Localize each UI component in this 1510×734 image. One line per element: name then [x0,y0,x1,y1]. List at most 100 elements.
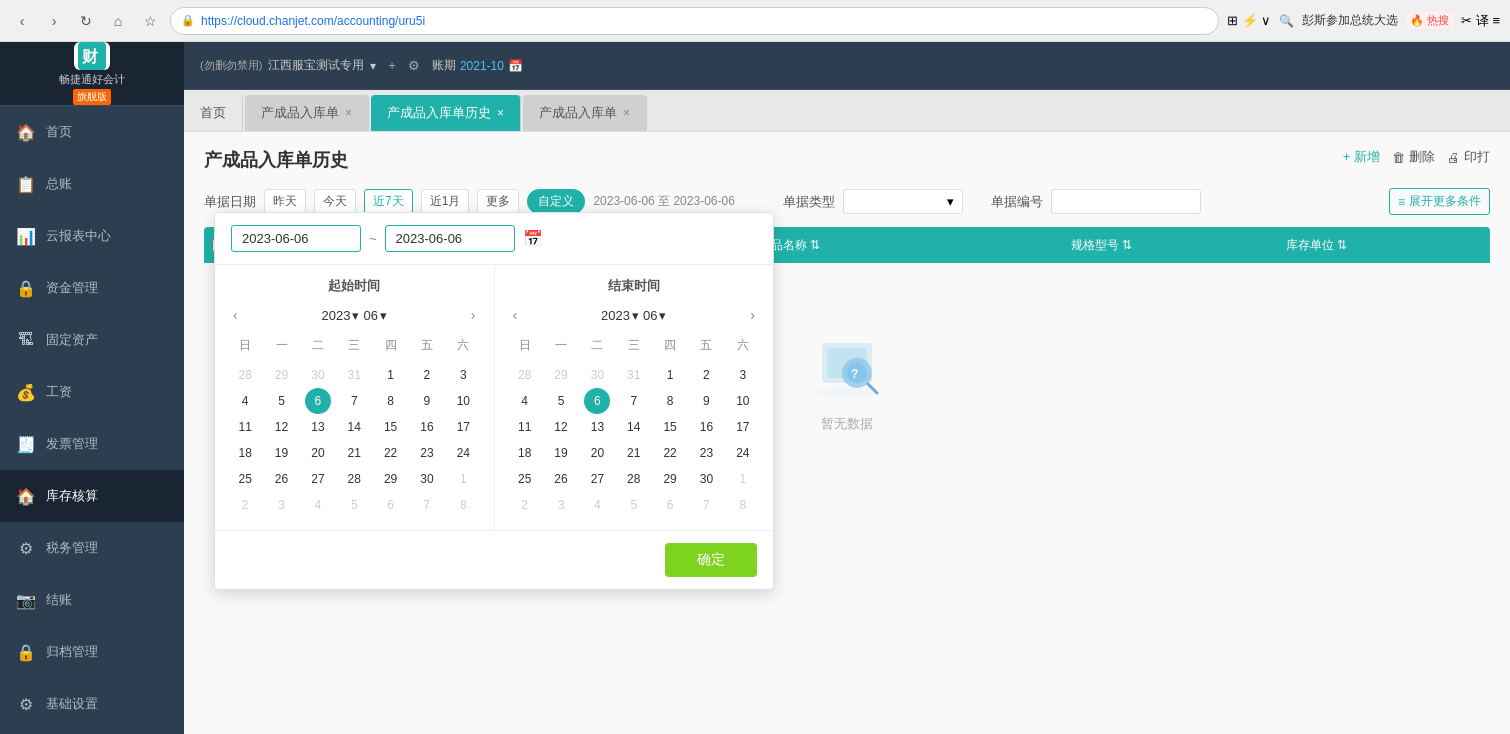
start-year-btn[interactable]: 2023 ▾ [322,308,360,323]
cal-day[interactable]: 21 [616,440,652,466]
th-product-name[interactable]: 产品名称 ⇅ [747,237,1059,254]
today-btn[interactable]: 今天 [314,189,356,214]
cal-day[interactable]: 1 [725,466,761,492]
sidebar-item-home[interactable]: 🏠 首页 [0,106,184,158]
tab-0[interactable]: 首页 [184,95,243,131]
calendar-picker-icon[interactable]: 📅 [523,229,543,248]
cal-day[interactable]: 28 [507,362,543,388]
sidebar-item-assets[interactable]: 🏗 固定资产 [0,314,184,366]
cal-day[interactable]: 20 [579,440,615,466]
calendar-icon[interactable]: 📅 [508,59,523,73]
cal-day[interactable]: 30 [688,466,724,492]
cal-day[interactable]: 23 [409,440,445,466]
cal-day[interactable]: 5 [616,492,652,518]
cal-day[interactable]: 20 [300,440,336,466]
last1month-btn[interactable]: 近1月 [421,189,470,214]
sidebar-item-guide[interactable]: ▶ 新手引导 [0,730,184,734]
tab-3[interactable]: 产成品入库单× [523,95,647,131]
cal-day[interactable]: 7 [616,388,652,414]
end-month-btn[interactable]: 06 ▾ [643,308,666,323]
start-month-btn[interactable]: 06 ▾ [363,308,386,323]
cal-day[interactable]: 17 [445,414,481,440]
cal-day[interactable]: 21 [336,440,372,466]
cal-day[interactable]: 28 [336,466,372,492]
cal-day[interactable]: 31 [336,362,372,388]
cal-day[interactable]: 13 [579,414,615,440]
cal-day[interactable]: 19 [263,440,299,466]
cal-day[interactable]: 9 [688,388,724,414]
cal-day[interactable]: 18 [507,440,543,466]
sidebar-item-archive[interactable]: 🔒 归档管理 [0,626,184,678]
cal-day[interactable]: 27 [300,466,336,492]
settings-icon[interactable]: ⚙ [408,58,420,73]
sidebar-item-report[interactable]: 📊 云报表中心 [0,210,184,262]
cal-day[interactable]: 28 [616,466,652,492]
cal-day[interactable]: 11 [507,414,543,440]
cal-day[interactable]: 3 [543,492,579,518]
cal-day[interactable]: 2 [409,362,445,388]
star-button[interactable]: ☆ [138,9,162,33]
cal-day[interactable]: 10 [725,388,761,414]
sidebar-item-settings[interactable]: ⚙ 基础设置 [0,678,184,730]
tab-close-1[interactable]: × [345,106,352,120]
end-next-btn[interactable]: › [744,305,761,325]
cal-day[interactable]: 31 [616,362,652,388]
cal-day[interactable]: 2 [227,492,263,518]
yesterday-btn[interactable]: 昨天 [264,189,306,214]
end-prev-btn[interactable]: ‹ [507,305,524,325]
start-prev-btn[interactable]: ‹ [227,305,244,325]
cal-day[interactable]: 4 [300,492,336,518]
confirm-button[interactable]: 确定 [665,543,757,577]
cal-day[interactable]: 24 [725,440,761,466]
sidebar-item-funds[interactable]: 🔒 资金管理 [0,262,184,314]
cal-day[interactable]: 30 [409,466,445,492]
cal-day[interactable]: 6 [372,492,408,518]
end-date-input[interactable] [385,225,515,252]
cal-day[interactable]: 8 [445,492,481,518]
more-btn[interactable]: 更多 [477,189,519,214]
sidebar-item-invoice[interactable]: 🧾 发票管理 [0,418,184,470]
cal-day[interactable]: 5 [336,492,372,518]
cal-day[interactable]: 22 [372,440,408,466]
cal-day[interactable]: 25 [227,466,263,492]
cal-day[interactable]: 14 [336,414,372,440]
cal-day[interactable]: 3 [263,492,299,518]
th-unit[interactable]: 库存单位 ⇅ [1274,237,1490,254]
cal-day[interactable]: 11 [227,414,263,440]
cal-day[interactable]: 7 [336,388,372,414]
number-input[interactable] [1051,189,1201,214]
cal-day[interactable]: 25 [507,466,543,492]
sidebar-item-ledger[interactable]: 📋 总账 [0,158,184,210]
cal-day[interactable]: 29 [372,466,408,492]
start-date-input[interactable] [231,225,361,252]
cal-day[interactable]: 29 [543,362,579,388]
cal-day[interactable]: 24 [445,440,481,466]
cal-day[interactable]: 30 [579,362,615,388]
cal-day[interactable]: 3 [725,362,761,388]
company-selector[interactable]: (勿删勿禁用) 江西服宝测试专用 ▾ [200,57,376,74]
end-year-btn[interactable]: 2023 ▾ [601,308,639,323]
cal-day[interactable]: 7 [688,492,724,518]
cal-day[interactable]: 30 [300,362,336,388]
type-dropdown[interactable]: ▾ [843,189,963,214]
cal-day[interactable]: 29 [652,466,688,492]
th-spec[interactable]: 规格型号 ⇅ [1059,237,1275,254]
cal-day[interactable]: 6 [584,388,610,414]
cal-day[interactable]: 18 [227,440,263,466]
cal-day[interactable]: 16 [688,414,724,440]
cal-day[interactable]: 16 [409,414,445,440]
tab-2[interactable]: 产成品入库单历史× [371,95,521,131]
cal-day[interactable]: 4 [507,388,543,414]
cal-day[interactable]: 23 [688,440,724,466]
cal-day[interactable]: 17 [725,414,761,440]
cal-day[interactable]: 27 [579,466,615,492]
cal-day[interactable]: 1 [652,362,688,388]
cal-day[interactable]: 6 [305,388,331,414]
sidebar-item-salary[interactable]: 💰 工资 [0,366,184,418]
tab-1[interactable]: 产成品入库单× [245,95,369,131]
cal-day[interactable]: 1 [372,362,408,388]
sidebar-item-tax[interactable]: ⚙ 税务管理 [0,522,184,574]
refresh-button[interactable]: ↻ [74,9,98,33]
cal-day[interactable]: 4 [579,492,615,518]
sidebar-item-inventory[interactable]: 🏠 库存核算 [0,470,184,522]
